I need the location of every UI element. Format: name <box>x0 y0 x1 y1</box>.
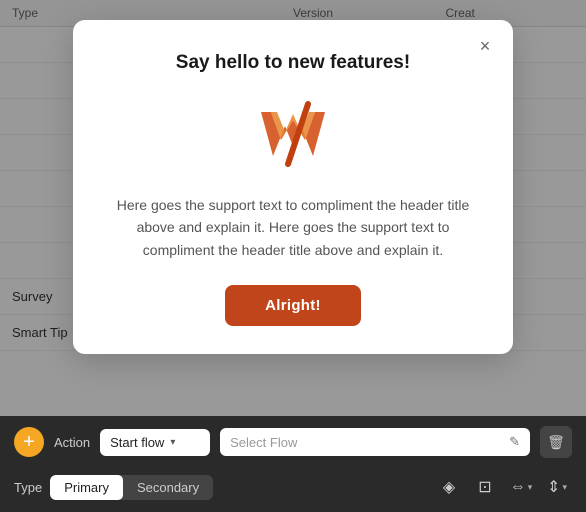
align-h-icon: ⇔ ▾ <box>510 478 533 496</box>
droplet-icon: ◈ <box>443 477 455 497</box>
modal-logo <box>253 94 333 174</box>
select-flow-input[interactable]: Select Flow ✎ <box>220 428 530 456</box>
start-flow-select[interactable]: Start flow ▾ <box>100 429 210 456</box>
crop-icon: ⊡ <box>478 477 491 497</box>
trash-icon: 🗑 <box>547 434 565 451</box>
edit-icon: ✎ <box>509 434 520 450</box>
start-flow-label: Start flow <box>110 435 164 450</box>
align-v-icon: ⇕ ▾ <box>547 477 567 497</box>
delete-button[interactable]: 🗑 <box>540 426 572 458</box>
align-vertical-button[interactable]: ⇕ ▾ <box>542 472 572 502</box>
align-horizontal-button[interactable]: ⇔ ▾ <box>506 472 536 502</box>
toolbar-icon-group: ◈ ⊡ ⇔ ▾ ⇕ ▾ <box>434 472 572 502</box>
modal-title: Say hello to new features! <box>101 52 485 74</box>
modal-support-text: Here goes the support text to compliment… <box>101 194 485 261</box>
modal-confirm-button[interactable]: Alright! <box>225 285 361 326</box>
droplet-icon-button[interactable]: ◈ <box>434 472 464 502</box>
modal-dialog: × Say hello to new features! Here goes t… <box>73 20 513 354</box>
select-flow-placeholder: Select Flow <box>230 435 297 450</box>
modal-close-button[interactable]: × <box>473 34 497 58</box>
type-toggle: Primary Secondary <box>50 475 213 500</box>
primary-button[interactable]: Primary <box>50 475 123 500</box>
type-label: Type <box>14 480 42 495</box>
toolbar-row-2: Type Primary Secondary ◈ ⊡ ⇔ ▾ ⇕ ▾ <box>14 472 572 502</box>
action-label: Action <box>54 435 90 450</box>
chevron-down-icon: ▾ <box>170 437 175 448</box>
add-button[interactable]: + <box>14 427 44 457</box>
plus-icon: + <box>23 431 35 454</box>
crop-icon-button[interactable]: ⊡ <box>470 472 500 502</box>
bottom-toolbar: + Action Start flow ▾ Select Flow ✎ 🗑 Ty… <box>0 416 586 512</box>
secondary-button[interactable]: Secondary <box>123 475 213 500</box>
